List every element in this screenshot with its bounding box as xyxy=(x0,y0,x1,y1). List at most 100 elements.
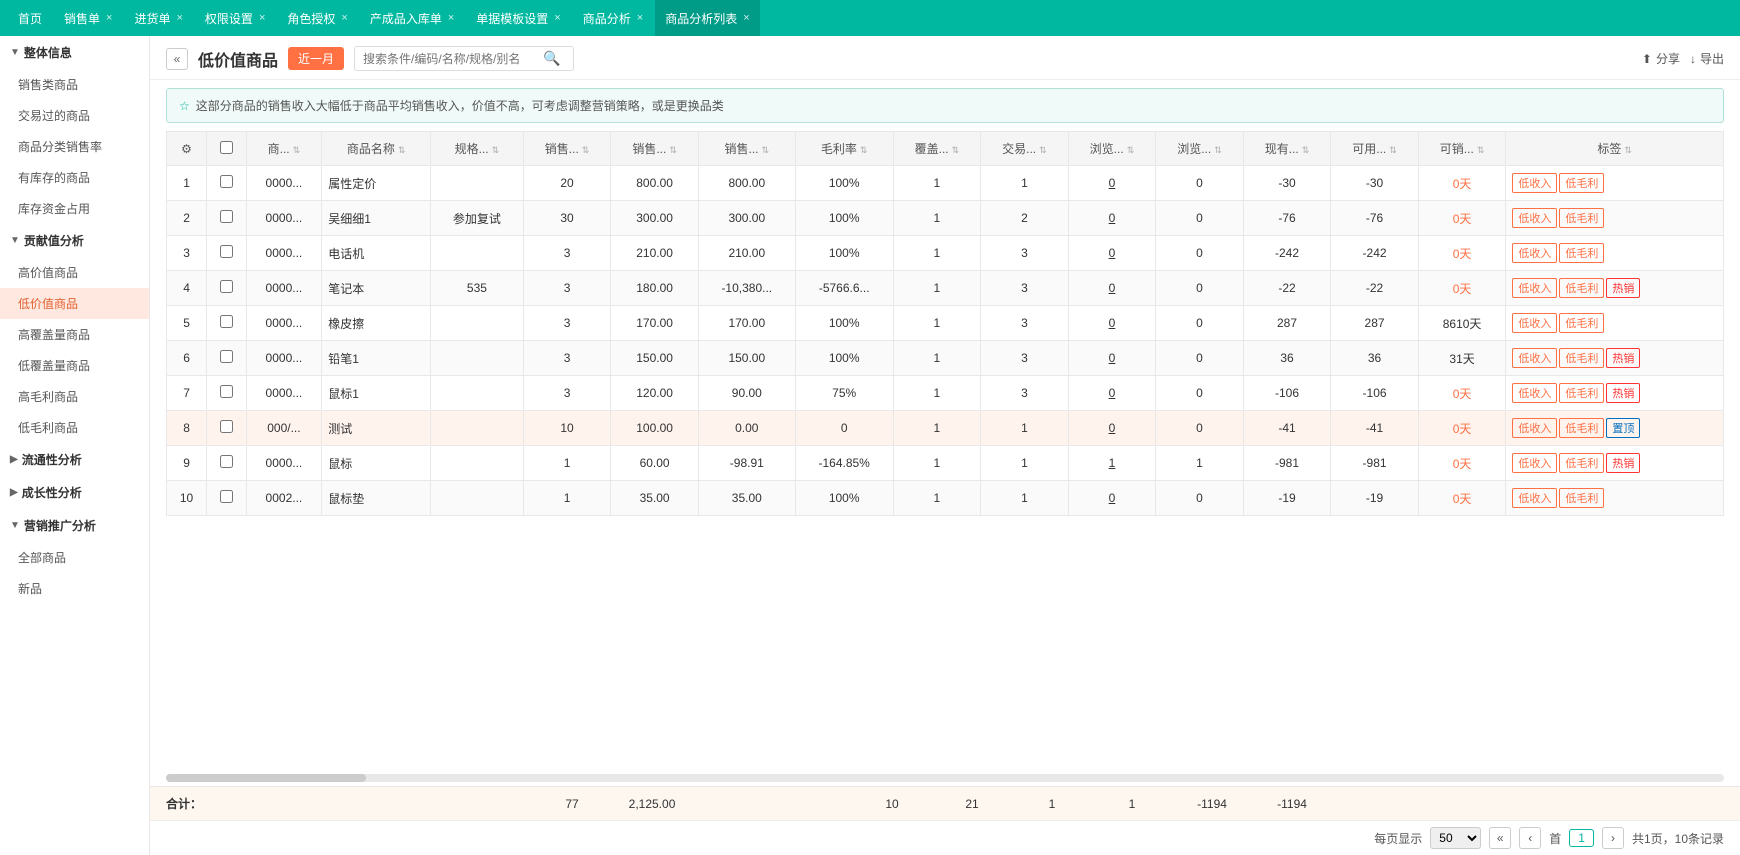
first-page-btn[interactable]: « xyxy=(1489,827,1511,849)
nav-permissions[interactable]: 权限设置 × xyxy=(195,0,275,36)
sidebar-item-new-products[interactable]: 新品 xyxy=(0,573,149,604)
filter-recent-month[interactable]: 近一月 xyxy=(288,47,344,70)
row-select-checkbox[interactable] xyxy=(220,210,233,223)
prev-page-btn[interactable]: ‹ xyxy=(1519,827,1541,849)
nav-analysis[interactable]: 商品分析 × xyxy=(573,0,653,36)
row-select-checkbox[interactable] xyxy=(220,315,233,328)
sidebar-item-sales-products[interactable]: 销售类商品 xyxy=(0,69,149,100)
row-view1[interactable]: 0 xyxy=(1068,236,1156,271)
row-view1[interactable]: 0 xyxy=(1068,481,1156,516)
col-tags[interactable]: 标签⇅ xyxy=(1506,132,1724,166)
sidebar-section-growth[interactable]: ▶ 成长性分析 xyxy=(0,476,149,509)
view1-link[interactable]: 0 xyxy=(1109,491,1116,505)
sidebar-item-low-value[interactable]: 低价值商品 xyxy=(0,288,149,319)
row-select-checkbox[interactable] xyxy=(220,350,233,363)
sidebar-section-marketing[interactable]: ▼ 营销推广分析 xyxy=(0,509,149,542)
nav-purchase-close[interactable]: × xyxy=(176,12,182,24)
row-checkbox[interactable] xyxy=(207,306,247,341)
search-box[interactable]: 🔍 xyxy=(354,46,574,71)
row-view1[interactable]: 0 xyxy=(1068,201,1156,236)
nav-analysis-close[interactable]: × xyxy=(637,12,643,24)
row-select-checkbox[interactable] xyxy=(220,385,233,398)
row-view1[interactable]: 0 xyxy=(1068,341,1156,376)
col-gross-margin[interactable]: 毛利率⇅ xyxy=(795,132,893,166)
row-select-checkbox[interactable] xyxy=(220,175,233,188)
row-view1[interactable]: 0 xyxy=(1068,411,1156,446)
sidebar-section-contribution[interactable]: ▼ 贡献值分析 xyxy=(0,224,149,257)
col-spec[interactable]: 规格...⇅ xyxy=(431,132,524,166)
row-select-checkbox[interactable] xyxy=(220,420,233,433)
col-view1[interactable]: 浏览...⇅ xyxy=(1068,132,1156,166)
sidebar-item-low-coverage[interactable]: 低覆盖量商品 xyxy=(0,350,149,381)
row-checkbox[interactable] xyxy=(207,201,247,236)
sidebar-item-high-margin[interactable]: 高毛利商品 xyxy=(0,381,149,412)
nav-analysis-list-close[interactable]: × xyxy=(743,12,749,24)
current-page[interactable]: 1 xyxy=(1569,829,1594,847)
sidebar-item-high-coverage[interactable]: 高覆盖量商品 xyxy=(0,319,149,350)
view1-link[interactable]: 0 xyxy=(1109,421,1116,435)
nav-warehouse[interactable]: 产成品入库单 × xyxy=(360,0,464,36)
share-button[interactable]: ⬆ 分享 xyxy=(1642,50,1680,67)
row-checkbox[interactable] xyxy=(207,481,247,516)
col-trade[interactable]: 交易...⇅ xyxy=(981,132,1069,166)
search-input[interactable] xyxy=(363,52,543,66)
row-view1[interactable]: 0 xyxy=(1068,166,1156,201)
col-checkbox[interactable] xyxy=(207,132,247,166)
sidebar-item-all-products[interactable]: 全部商品 xyxy=(0,542,149,573)
view1-link[interactable]: 0 xyxy=(1109,316,1116,330)
row-view1[interactable]: 0 xyxy=(1068,376,1156,411)
col-current[interactable]: 现有...⇅ xyxy=(1243,132,1331,166)
col-view2[interactable]: 浏览...⇅ xyxy=(1156,132,1244,166)
nav-template[interactable]: 单据模板设置 × xyxy=(466,0,570,36)
nav-roles-close[interactable]: × xyxy=(341,12,347,24)
col-code[interactable]: 商...⇅ xyxy=(246,132,322,166)
col-sale-price[interactable]: 销售...⇅ xyxy=(698,132,795,166)
export-button[interactable]: ↓ 导出 xyxy=(1690,50,1724,67)
next-page-btn[interactable]: › xyxy=(1602,827,1624,849)
col-available[interactable]: 可用...⇅ xyxy=(1331,132,1419,166)
row-checkbox[interactable] xyxy=(207,446,247,481)
col-saleable[interactable]: 可销...⇅ xyxy=(1418,132,1506,166)
nav-analysis-list[interactable]: 商品分析列表 × xyxy=(655,0,759,36)
sidebar-section-overall[interactable]: ▼ 整体信息 xyxy=(0,36,149,69)
view1-link[interactable]: 1 xyxy=(1109,456,1116,470)
nav-warehouse-close[interactable]: × xyxy=(448,12,454,24)
col-sale-amount[interactable]: 销售...⇅ xyxy=(611,132,699,166)
row-checkbox[interactable] xyxy=(207,236,247,271)
sidebar-section-flow[interactable]: ▶ 流通性分析 xyxy=(0,443,149,476)
row-view1[interactable]: 0 xyxy=(1068,306,1156,341)
row-select-checkbox[interactable] xyxy=(220,455,233,468)
sidebar-item-high-value[interactable]: 高价值商品 xyxy=(0,257,149,288)
row-select-checkbox[interactable] xyxy=(220,490,233,503)
view1-link[interactable]: 0 xyxy=(1109,211,1116,225)
sidebar-item-capital[interactable]: 库存资金占用 xyxy=(0,193,149,224)
collapse-button[interactable]: « xyxy=(166,48,188,70)
nav-template-close[interactable]: × xyxy=(554,12,560,24)
scrollbar-thumb[interactable] xyxy=(166,774,366,782)
col-sale-qty[interactable]: 销售...⇅ xyxy=(523,132,611,166)
nav-permissions-close[interactable]: × xyxy=(259,12,265,24)
col-settings[interactable]: ⚙ xyxy=(167,132,207,166)
sidebar-item-low-margin[interactable]: 低毛利商品 xyxy=(0,412,149,443)
row-view1[interactable]: 0 xyxy=(1068,271,1156,306)
view1-link[interactable]: 0 xyxy=(1109,351,1116,365)
row-checkbox[interactable] xyxy=(207,341,247,376)
view1-link[interactable]: 0 xyxy=(1109,176,1116,190)
nav-sales-close[interactable]: × xyxy=(106,12,112,24)
select-all-checkbox[interactable] xyxy=(220,141,233,154)
col-coverage[interactable]: 覆盖...⇅ xyxy=(893,132,981,166)
sidebar-item-category-rate[interactable]: 商品分类销售率 xyxy=(0,131,149,162)
nav-home[interactable]: 首页 xyxy=(8,0,52,36)
nav-sales[interactable]: 销售单 × xyxy=(54,0,122,36)
row-checkbox[interactable] xyxy=(207,376,247,411)
row-checkbox[interactable] xyxy=(207,411,247,446)
sidebar-item-traded[interactable]: 交易过的商品 xyxy=(0,100,149,131)
view1-link[interactable]: 0 xyxy=(1109,386,1116,400)
row-select-checkbox[interactable] xyxy=(220,280,233,293)
row-view1[interactable]: 1 xyxy=(1068,446,1156,481)
nav-purchase[interactable]: 进货单 × xyxy=(124,0,192,36)
row-checkbox[interactable] xyxy=(207,166,247,201)
nav-roles[interactable]: 角色授权 × xyxy=(277,0,357,36)
row-select-checkbox[interactable] xyxy=(220,245,233,258)
view1-link[interactable]: 0 xyxy=(1109,281,1116,295)
